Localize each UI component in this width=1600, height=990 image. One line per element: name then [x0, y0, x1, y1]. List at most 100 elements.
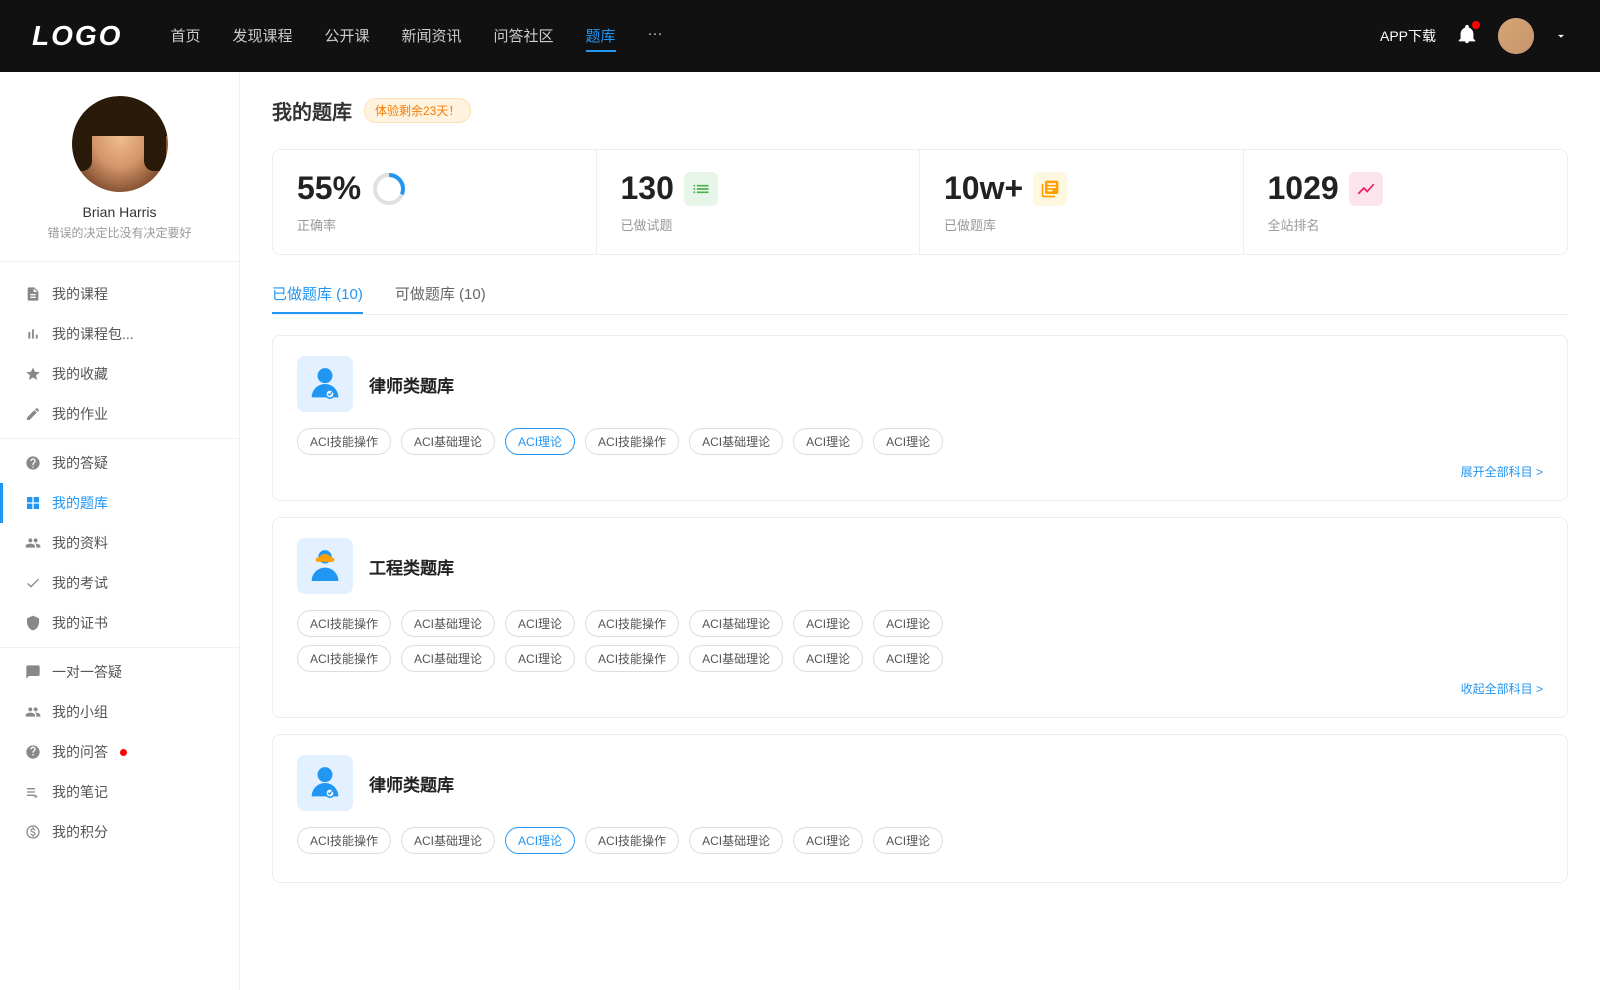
- profile-motto: 错误的决定比没有决定要好: [47, 224, 191, 241]
- etag-1[interactable]: ACI基础理论: [401, 610, 495, 637]
- sidebar-item-certificate[interactable]: 我的证书: [0, 603, 239, 643]
- tag-1[interactable]: ACI基础理论: [401, 428, 495, 455]
- tag-2[interactable]: ACI理论: [505, 428, 575, 455]
- nav-discover[interactable]: 发现课程: [232, 21, 292, 52]
- tab-available[interactable]: 可做题库 (10): [395, 283, 486, 314]
- collapse-link[interactable]: 收起全部科目 >: [297, 680, 1543, 697]
- nav-right: APP下载: [1380, 18, 1568, 54]
- sidebar-item-qa-answer[interactable]: 我的答疑: [0, 443, 239, 483]
- profile-name: Brian Harris: [83, 204, 157, 220]
- list-green-icon: [684, 172, 718, 206]
- avatar[interactable]: [1498, 18, 1534, 54]
- engineer-icon: [297, 538, 353, 594]
- chevron-down-icon: [1554, 29, 1568, 43]
- bank-card-header: 律师类题库: [297, 356, 1543, 412]
- profile-avatar: [72, 96, 168, 192]
- lawyer-icon: [297, 356, 353, 412]
- qa-icon: [24, 743, 42, 761]
- sidebar-item-notes[interactable]: 我的笔记: [0, 772, 239, 812]
- chart-bar-icon: [24, 325, 42, 343]
- edit-icon: [24, 405, 42, 423]
- bank-tags-2a: ACI技能操作 ACI基础理论 ACI理论 ACI技能操作 ACI基础理论 AC…: [297, 610, 1543, 637]
- stat-done-value: 130: [621, 170, 674, 207]
- etag-8[interactable]: ACI基础理论: [401, 645, 495, 672]
- etag-5[interactable]: ACI理论: [793, 610, 863, 637]
- etag-13[interactable]: ACI理论: [873, 645, 943, 672]
- etag-10[interactable]: ACI技能操作: [585, 645, 679, 672]
- etag-4[interactable]: ACI基础理论: [689, 610, 783, 637]
- help-icon: [24, 454, 42, 472]
- ltag2-2[interactable]: ACI理论: [505, 827, 575, 854]
- sidebar-item-course-pack[interactable]: 我的课程包...: [0, 314, 239, 354]
- stats-row: 55% 正确率 130 已做试题: [272, 149, 1568, 255]
- etag-7[interactable]: ACI技能操作: [297, 645, 391, 672]
- etag-2[interactable]: ACI理论: [505, 610, 575, 637]
- trial-badge: 体验剩余23天！: [364, 98, 471, 123]
- sidebar-item-one-on-one[interactable]: 一对一答疑: [0, 652, 239, 692]
- nav-questionbank[interactable]: 题库: [586, 21, 616, 52]
- chat-icon: [24, 663, 42, 681]
- sidebar-item-group[interactable]: 我的小组: [0, 692, 239, 732]
- tag-0[interactable]: ACI技能操作: [297, 428, 391, 455]
- stat-rank-value: 1029: [1268, 170, 1339, 207]
- etag-6[interactable]: ACI理论: [873, 610, 943, 637]
- notification-dot: [1472, 21, 1480, 29]
- logo[interactable]: LOGO: [32, 20, 122, 52]
- bank-title-engineer: 工程类题库: [369, 554, 454, 579]
- etag-12[interactable]: ACI理论: [793, 645, 863, 672]
- tab-done[interactable]: 已做题库 (10): [272, 283, 363, 314]
- points-icon: [24, 823, 42, 841]
- ltag2-4[interactable]: ACI基础理论: [689, 827, 783, 854]
- stat-top: 55%: [297, 170, 572, 207]
- stat-accuracy-label: 正确率: [297, 215, 572, 234]
- tag-3[interactable]: ACI技能操作: [585, 428, 679, 455]
- ltag2-1[interactable]: ACI基础理论: [401, 827, 495, 854]
- divider2: [0, 647, 239, 648]
- stat-ranking: 1029 全站排名: [1244, 150, 1568, 254]
- nav-more[interactable]: ···: [648, 21, 663, 52]
- app-download-button[interactable]: APP下载: [1380, 26, 1436, 46]
- etag-11[interactable]: ACI基础理论: [689, 645, 783, 672]
- etag-0[interactable]: ACI技能操作: [297, 610, 391, 637]
- navbar: LOGO 首页 发现课程 公开课 新闻资讯 问答社区 题库 ··· APP下载: [0, 0, 1600, 72]
- star-icon: [24, 365, 42, 383]
- qa-dot: [120, 749, 127, 756]
- file-icon: [24, 285, 42, 303]
- chart-red-icon: [1349, 172, 1383, 206]
- etag-3[interactable]: ACI技能操作: [585, 610, 679, 637]
- stat-accuracy-value: 55%: [297, 170, 361, 207]
- bank-card-lawyer-1: 律师类题库 ACI技能操作 ACI基础理论 ACI理论 ACI技能操作 ACI基…: [272, 335, 1568, 501]
- sidebar-item-favorites[interactable]: 我的收藏: [0, 354, 239, 394]
- sidebar-item-questionbank[interactable]: 我的题库: [0, 483, 239, 523]
- layout: Brian Harris 错误的决定比没有决定要好 我的课程 我的课程包...: [0, 72, 1600, 990]
- sidebar-item-my-qa[interactable]: 我的问答: [0, 732, 239, 772]
- tag-5[interactable]: ACI理论: [793, 428, 863, 455]
- bank-tags-1: ACI技能操作 ACI基础理论 ACI理论 ACI技能操作 ACI基础理论 AC…: [297, 428, 1543, 455]
- sidebar-item-points[interactable]: 我的积分: [0, 812, 239, 852]
- sidebar-item-exam[interactable]: 我的考试: [0, 563, 239, 603]
- ltag2-3[interactable]: ACI技能操作: [585, 827, 679, 854]
- ltag2-6[interactable]: ACI理论: [873, 827, 943, 854]
- ltag2-5[interactable]: ACI理论: [793, 827, 863, 854]
- sidebar-item-homework[interactable]: 我的作业: [0, 394, 239, 434]
- stat-accuracy: 55% 正确率: [273, 150, 597, 254]
- nav-opencourse[interactable]: 公开课: [324, 21, 369, 52]
- notification-bell[interactable]: [1456, 23, 1478, 50]
- nav-news[interactable]: 新闻资讯: [402, 21, 462, 52]
- nav-items: 首页 发现课程 公开课 新闻资讯 问答社区 题库 ···: [170, 21, 1380, 52]
- nav-home[interactable]: 首页: [170, 21, 200, 52]
- tag-6[interactable]: ACI理论: [873, 428, 943, 455]
- accuracy-donut-chart: [371, 171, 407, 207]
- ltag2-0[interactable]: ACI技能操作: [297, 827, 391, 854]
- sidebar-item-profile[interactable]: 我的资料: [0, 523, 239, 563]
- expand-link-1[interactable]: 展开全部科目 >: [297, 463, 1543, 480]
- nav-qa[interactable]: 问答社区: [494, 21, 554, 52]
- sidebar-item-course[interactable]: 我的课程: [0, 274, 239, 314]
- notes-icon: [24, 783, 42, 801]
- tag-4[interactable]: ACI基础理论: [689, 428, 783, 455]
- etag-9[interactable]: ACI理论: [505, 645, 575, 672]
- stat-rank-label: 全站排名: [1268, 215, 1544, 234]
- group-icon: [24, 703, 42, 721]
- page-header: 我的题库 体验剩余23天！: [272, 96, 1568, 125]
- tabs-row: 已做题库 (10) 可做题库 (10): [272, 283, 1568, 315]
